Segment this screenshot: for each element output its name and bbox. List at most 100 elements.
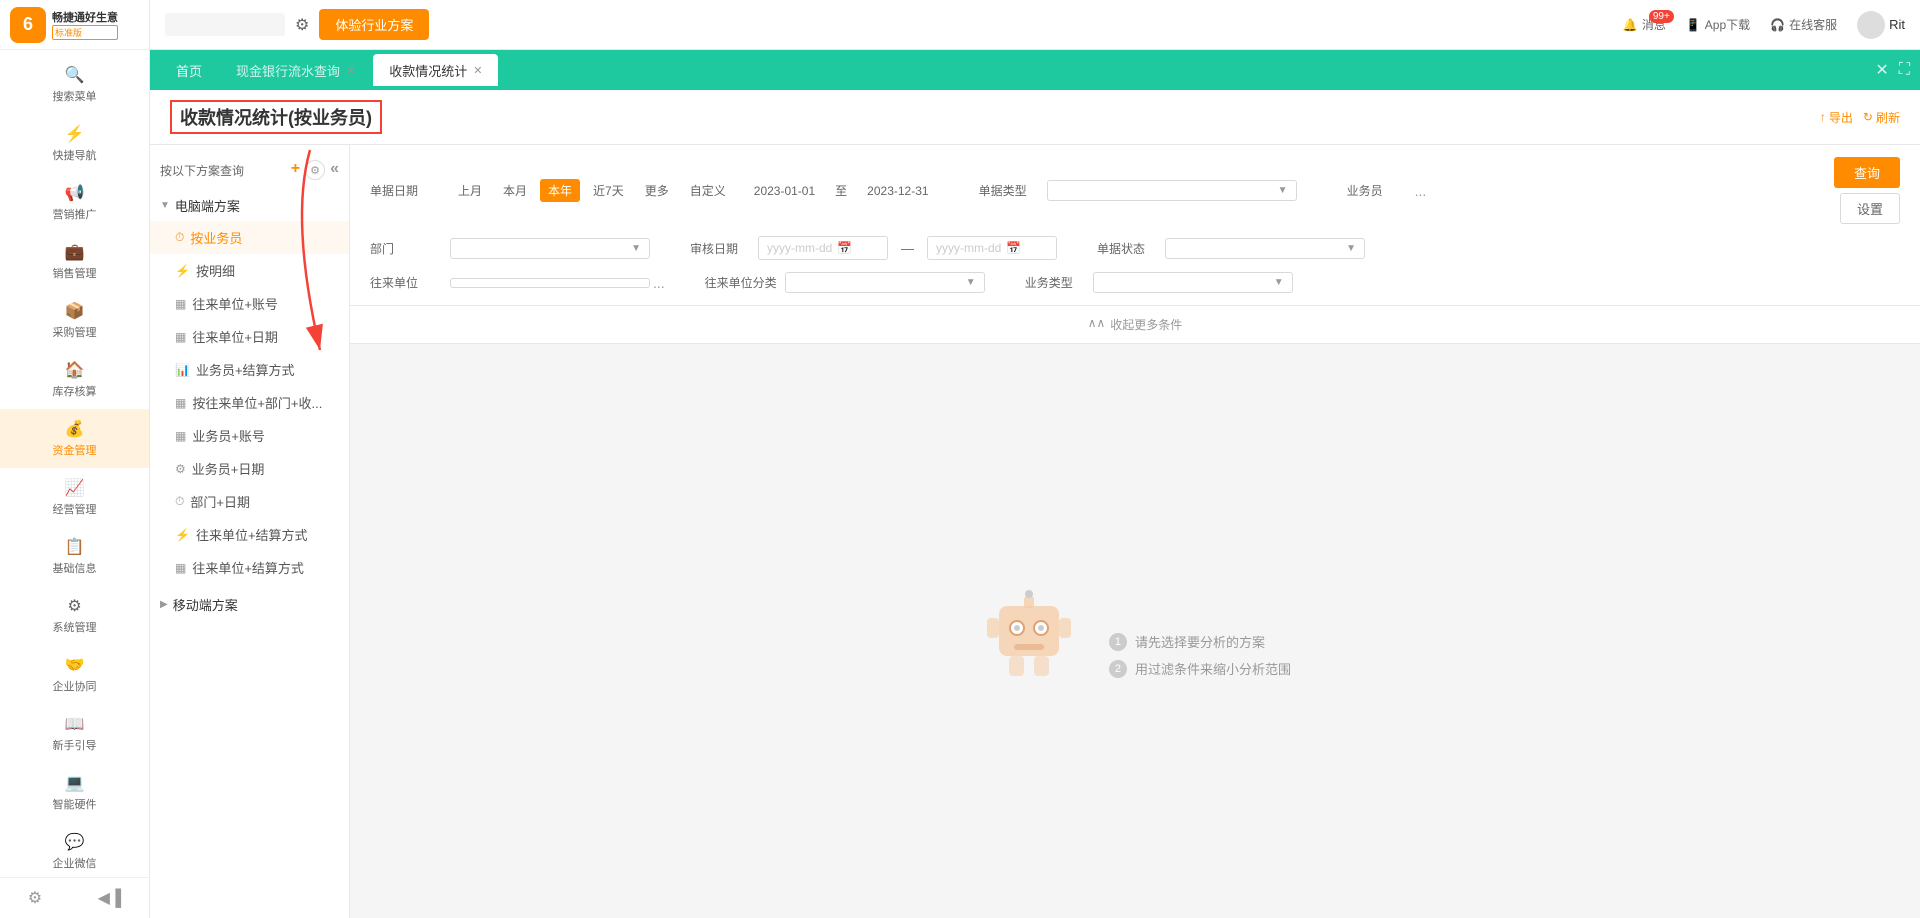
sidebar-nav: 🔍 搜索菜单 ⚡ 快捷导航 📢 营销推广 💼 销售管理 📦 采购管理 🏠 库存核… [0, 50, 149, 877]
tab-maximize-icon[interactable]: ⛶ [1899, 61, 1910, 79]
more-date-btn[interactable]: 更多 [637, 179, 677, 202]
tip-2: 2 用过滤条件来缩小分析范围 [1109, 659, 1291, 678]
sidebar-item-guide[interactable]: 📖 新手引导 [0, 704, 149, 763]
this-month-btn[interactable]: 本月 [495, 179, 535, 202]
collab-icon: 🤝 [65, 655, 85, 675]
sidebar-item-basic[interactable]: 📋 基础信息 [0, 527, 149, 586]
this-year-btn[interactable]: 本年 [540, 179, 580, 202]
scheme-partner-date[interactable]: ▦ 往来单位+日期 [150, 320, 349, 353]
doc-status-filter: 单据状态 ▼ [1097, 238, 1365, 259]
partner-input[interactable] [450, 278, 650, 288]
sidebar-item-search[interactable]: 🔍 搜索菜单 [0, 55, 149, 114]
partner-more-btn[interactable]: ... [653, 275, 665, 291]
doc-type-label: 单据类型 [979, 182, 1039, 199]
username-label: Rit [1889, 17, 1905, 32]
marketing-icon: 📢 [65, 183, 85, 203]
header-left: ⚙ 体验行业方案 [165, 9, 429, 40]
collapse-panel-btn[interactable]: « [330, 160, 339, 180]
tip-number-2: 2 [1109, 660, 1127, 678]
sidebar-item-hardware[interactable]: 💻 智能硬件 [0, 763, 149, 822]
calendar-to-icon: 📅 [1006, 241, 1021, 255]
tab-home[interactable]: 首页 [160, 54, 218, 86]
export-btn[interactable]: ↑ 导出 [1820, 109, 1853, 126]
biz-type-select[interactable]: ▼ [1093, 272, 1293, 293]
top-header: ⚙ 体验行业方案 🔔 消息 99+ 📱 App下载 🎧 在线客服 Rit [150, 0, 1920, 50]
partner-cat-select[interactable]: ▼ [785, 272, 985, 293]
online-service-btn[interactable]: 🎧 在线客服 [1770, 16, 1837, 33]
last-7-days-btn[interactable]: 近7天 [585, 179, 632, 202]
scheme-partner-settle2[interactable]: ▦ 往来单位+结算方式 [150, 551, 349, 584]
sidebar-item-marketing[interactable]: 📢 营销推广 [0, 173, 149, 232]
sidebar-item-wechat[interactable]: 💬 企业微信 [0, 822, 149, 877]
collapse-label: 收起更多条件 [1110, 316, 1182, 333]
filter-row-1: 单据日期 上月 本月 本年 近7天 更多 自定义 2023-01-01 至 20… [370, 157, 1900, 224]
scheme-by-detail[interactable]: ⚡ 按明细 [150, 254, 349, 287]
scheme-settings-icon[interactable]: ⚙ [305, 160, 325, 180]
tab-close-all-icon[interactable]: ✕ [1875, 60, 1888, 80]
sidebar-item-quicknav[interactable]: ⚡ 快捷导航 [0, 114, 149, 173]
sidebar-item-inventory[interactable]: 🏠 库存核算 [0, 350, 149, 409]
review-date-to[interactable]: yyyy-mm-dd 📅 [927, 236, 1057, 260]
review-date-label: 审核日期 [690, 240, 750, 257]
date-dash: — [901, 241, 914, 256]
tab-bank-close-icon[interactable]: ✕ [346, 64, 355, 77]
filter-actions: 查询 设置 [1834, 157, 1900, 224]
collapse-bar[interactable]: ∧∧ 收起更多条件 [350, 306, 1920, 344]
calendar-from-icon: 📅 [837, 241, 852, 255]
scheme-salesperson-date[interactable]: ⚙ 业务员+日期 [150, 452, 349, 485]
guide-icon: 📖 [65, 714, 85, 734]
sidebar-item-collab[interactable]: 🤝 企业协同 [0, 645, 149, 704]
filter-area: 单据日期 上月 本月 本年 近7天 更多 自定义 2023-01-01 至 20… [350, 145, 1920, 306]
review-date-from[interactable]: yyyy-mm-dd 📅 [758, 236, 888, 260]
hardware-icon: 💻 [65, 773, 85, 793]
review-date-filter: 审核日期 yyyy-mm-dd 📅 — yyyy-mm-dd 📅 [690, 236, 1057, 260]
settings-bottom-btn[interactable]: ⚙ [28, 888, 42, 908]
dept-select[interactable]: ▼ [450, 238, 650, 259]
user-area[interactable]: Rit [1857, 11, 1905, 39]
doc-status-label: 单据状态 [1097, 240, 1157, 257]
scheme-salesperson-account[interactable]: ▦ 业务员+账号 [150, 419, 349, 452]
desktop-scheme-title[interactable]: ▼ 电脑端方案 [150, 190, 349, 221]
header-right: 🔔 消息 99+ 📱 App下载 🎧 在线客服 Rit [1623, 11, 1905, 39]
scheme-salesperson-settlement[interactable]: 📊 业务员+结算方式 [150, 353, 349, 386]
message-btn[interactable]: 🔔 消息 99+ [1623, 16, 1666, 33]
trial-btn[interactable]: 体验行业方案 [319, 9, 429, 40]
collapse-sidebar-btn[interactable]: ◀▐ [98, 888, 122, 908]
last-month-btn[interactable]: 上月 [450, 179, 490, 202]
doc-status-select[interactable]: ▼ [1165, 238, 1365, 259]
mobile-scheme-title[interactable]: ▶ 移动端方案 [150, 589, 349, 620]
scheme-by-salesperson[interactable]: ⏱ 按业务员 [150, 221, 349, 254]
salesperson-settle-icon: 📊 [175, 363, 190, 377]
doc-type-dropdown-icon: ▼ [1278, 185, 1288, 196]
doc-type-select[interactable]: ▼ [1047, 180, 1297, 201]
sidebar-item-system[interactable]: ⚙ 系统管理 [0, 586, 149, 645]
salesperson-scheme-icon: ⏱ [175, 230, 184, 245]
partner-label: 往来单位 [370, 274, 430, 291]
tab-collection-close-icon[interactable]: ✕ [473, 64, 482, 77]
custom-date-btn[interactable]: 自定义 [682, 179, 734, 202]
sidebar-item-purchase[interactable]: 📦 采购管理 [0, 291, 149, 350]
filter-settings-btn[interactable]: 设置 [1840, 193, 1900, 224]
salesperson-more-btn[interactable]: ... [1415, 183, 1427, 199]
partner-date-icon: ▦ [175, 330, 186, 344]
page-title-bar: 收款情况统计(按业务员) ↑ 导出 ↻ 刷新 [150, 90, 1920, 145]
query-btn[interactable]: 查询 [1834, 157, 1900, 188]
dept-dropdown-icon: ▼ [631, 243, 641, 254]
tip-1: 1 请先选择要分析的方案 [1109, 632, 1291, 651]
refresh-btn[interactable]: ↻ 刷新 [1863, 109, 1900, 126]
header-gear-icon[interactable]: ⚙ [295, 15, 309, 35]
scheme-partner-settle1[interactable]: ⚡ 往来单位+结算方式 [150, 518, 349, 551]
add-scheme-btn[interactable]: + [291, 160, 300, 180]
scheme-partner-account[interactable]: ▦ 往来单位+账号 [150, 287, 349, 320]
sidebar-item-sales[interactable]: 💼 销售管理 [0, 232, 149, 291]
tab-bank-flow[interactable]: 现金银行流水查询 ✕ [220, 54, 371, 86]
scheme-partner-dept[interactable]: ▦ 按往来单位+部门+收... [150, 386, 349, 419]
sidebar-item-finance[interactable]: 💰 资金管理 [0, 409, 149, 468]
sp-date-icon: ⚙ [175, 462, 186, 476]
tab-collection-stats[interactable]: 收款情况统计 ✕ [373, 54, 498, 86]
date-buttons: 上月 本月 本年 近7天 更多 自定义 [450, 179, 734, 202]
sidebar-item-management[interactable]: 📈 经营管理 [0, 468, 149, 527]
app-download-btn[interactable]: 📱 App下载 [1686, 16, 1750, 33]
scheme-dept-date[interactable]: ⏱ 部门+日期 [150, 485, 349, 518]
biz-type-dropdown-icon: ▼ [1274, 277, 1284, 288]
